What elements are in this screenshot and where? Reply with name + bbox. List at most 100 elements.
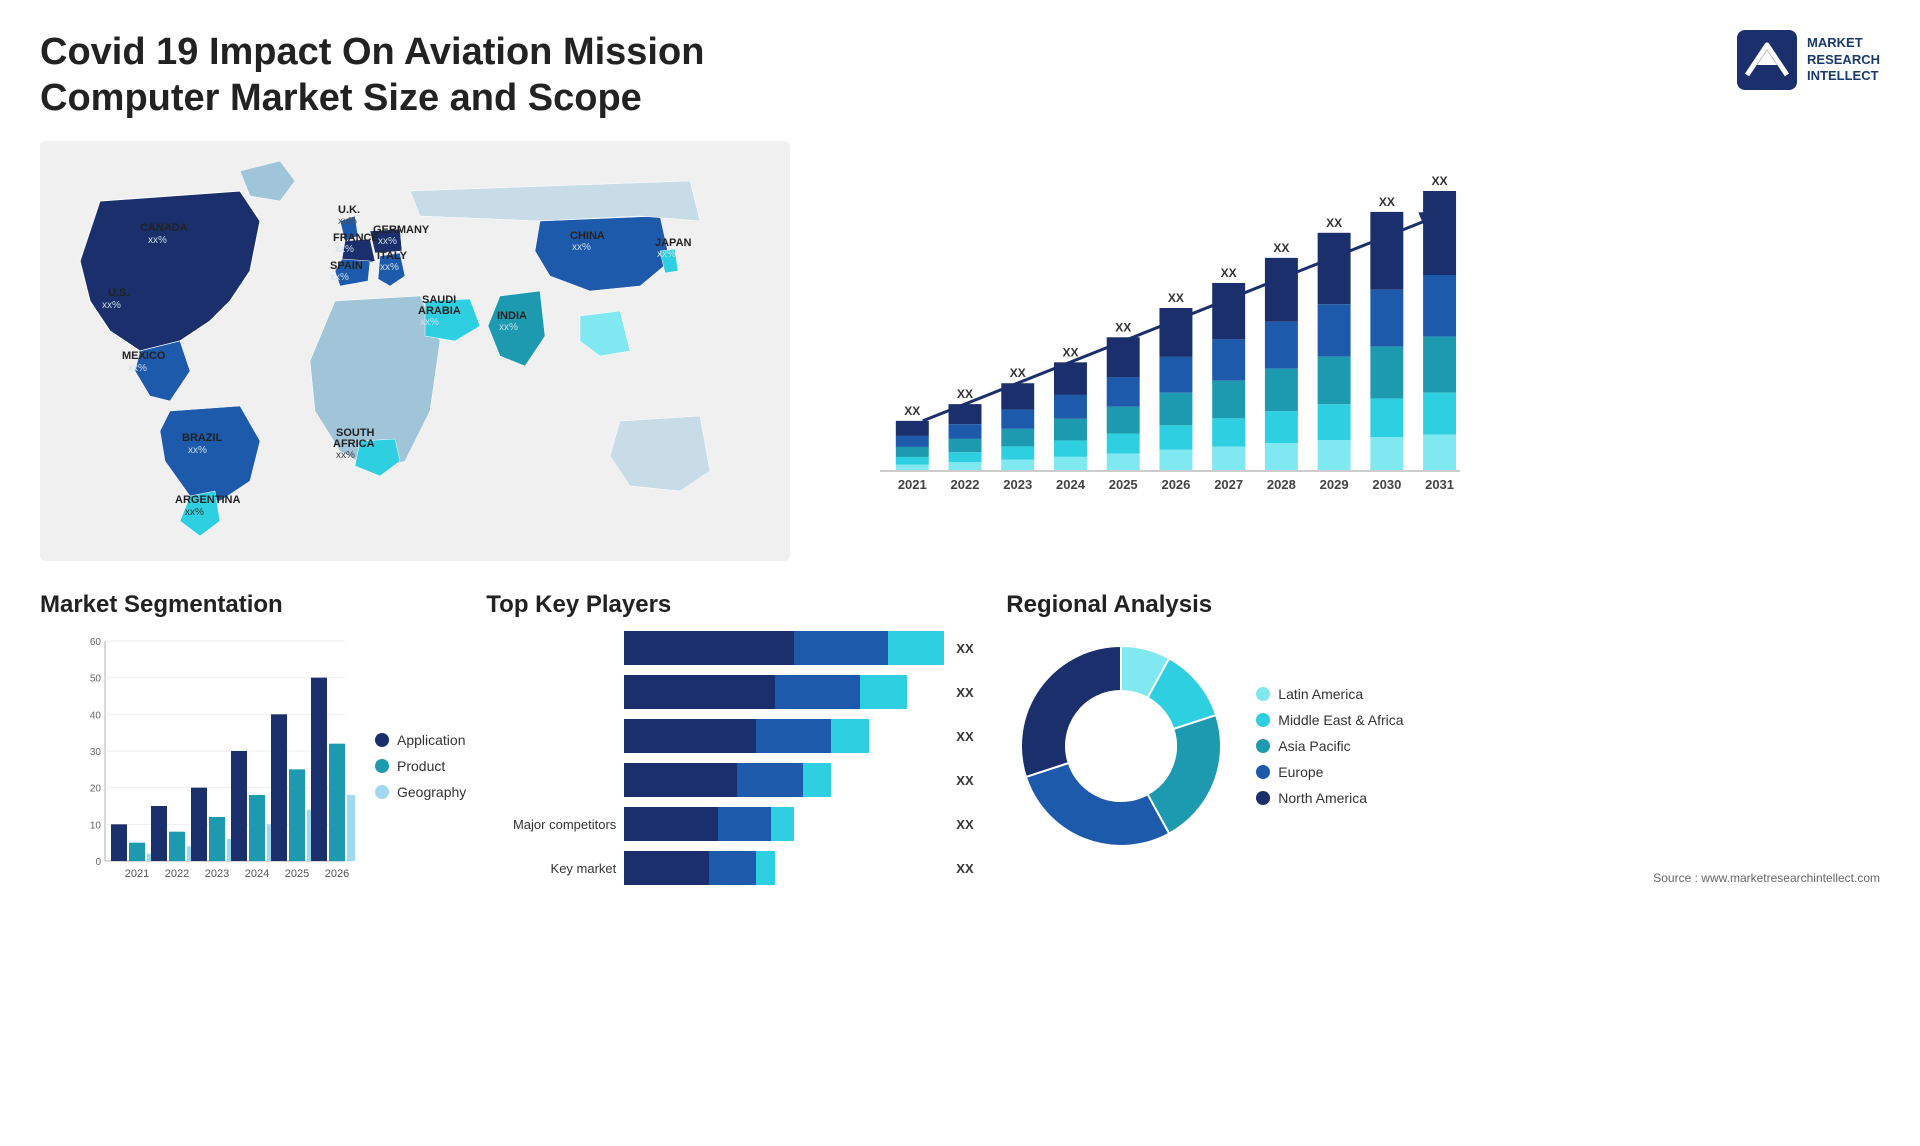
legend-dot [375,785,389,799]
world-map: CANADA xx% U.S. xx% MEXICO xx% BRAZIL xx… [40,141,790,561]
player-segment [803,763,831,797]
donut-chart [1006,631,1236,861]
player-bar-wrap [624,763,948,797]
svg-text:xx%: xx% [335,244,354,255]
player-row: Key marketXX [486,851,986,885]
svg-text:CHINA: CHINA [570,230,605,242]
player-row: Major competitors XX [486,807,986,841]
player-segment [756,719,831,753]
player-value: XX [956,685,986,700]
svg-text:0: 0 [95,857,101,868]
svg-text:2021: 2021 [125,868,149,880]
svg-text:xx%: xx% [380,262,399,273]
svg-text:xx%: xx% [336,450,355,461]
svg-text:xx%: xx% [338,216,357,227]
regional-legend-dot [1256,687,1270,701]
regional-legend-item: Europe [1256,764,1403,780]
player-bar-inner [624,631,948,665]
svg-text:GERMANY: GERMANY [373,224,430,236]
player-bar-inner [624,807,948,841]
player-bar-wrap [624,719,948,753]
regional-legend-item: Asia Pacific [1256,738,1403,754]
svg-text:MEXICO: MEXICO [122,350,166,362]
svg-text:BRAZIL: BRAZIL [182,432,223,444]
player-segment [624,719,756,753]
regional-legend-dot [1256,739,1270,753]
svg-text:2025: 2025 [1109,477,1138,492]
svg-text:20: 20 [90,784,102,795]
player-segment [624,631,793,665]
seg-chart-area: 6050403020100202120222023202420252026 Ap… [40,631,466,891]
player-segment [888,631,944,665]
player-row: XX [486,763,986,797]
player-segment [624,851,709,885]
legend-dot [375,733,389,747]
segmentation-container: Market Segmentation 60504030201002021202… [40,591,466,895]
svg-text:2026: 2026 [325,868,349,880]
svg-text:xx%: xx% [572,242,591,253]
svg-text:AFRICA: AFRICA [333,438,375,450]
svg-text:XX: XX [1010,366,1026,380]
legend-label: Product [397,758,445,774]
player-label: Major competitors [486,817,616,832]
svg-text:2025: 2025 [285,868,309,880]
player-segment [756,851,775,885]
svg-text:CANADA: CANADA [140,222,188,234]
players-bars: XX XX XX XX Major competitors XX Key marketXX [486,631,986,885]
svg-text:xx%: xx% [657,249,676,260]
svg-text:2023: 2023 [205,868,229,880]
svg-text:xx%: xx% [148,235,167,246]
svg-text:ARGENTINA: ARGENTINA [175,494,240,506]
player-segment [718,807,771,841]
player-segment [771,807,794,841]
svg-text:XX: XX [1168,291,1184,305]
svg-text:xx%: xx% [128,363,147,374]
source-text: Source : www.marketresearchintellect.com [1006,871,1880,885]
logo-icon [1737,30,1797,90]
player-segment [624,675,775,709]
player-bar-wrap [624,675,948,709]
svg-text:2024: 2024 [245,868,269,880]
regional-legend-item: Middle East & Africa [1256,712,1403,728]
logo-text: MARKET RESEARCH INTELLECT [1807,35,1880,86]
svg-text:50: 50 [90,674,102,685]
player-value: XX [956,817,986,832]
svg-text:XX: XX [1326,216,1342,230]
player-segment [624,763,737,797]
player-row: XX [486,631,986,665]
player-bar-inner [624,719,948,753]
player-value: XX [956,641,986,656]
svg-text:2021: 2021 [898,477,927,492]
regional-legend-dot [1256,791,1270,805]
svg-text:SPAIN: SPAIN [330,260,363,272]
player-row: XX [486,675,986,709]
svg-text:JAPAN: JAPAN [655,237,692,249]
svg-text:2028: 2028 [1267,477,1296,492]
player-row: XX [486,719,986,753]
map-container: CANADA xx% U.S. xx% MEXICO xx% BRAZIL xx… [40,141,790,561]
svg-text:2022: 2022 [951,477,980,492]
seg-legend: ApplicationProductGeography [375,722,466,800]
players-title: Top Key Players [486,591,986,619]
svg-text:2022: 2022 [165,868,189,880]
svg-text:2027: 2027 [1214,477,1243,492]
svg-text:xx%: xx% [499,322,518,333]
svg-text:xx%: xx% [378,236,397,247]
svg-text:xx%: xx% [420,317,439,328]
player-segment [831,719,869,753]
player-bar-inner [624,675,948,709]
svg-text:XX: XX [957,387,973,401]
legend-dot [375,759,389,773]
regional-container: Regional Analysis Latin America Middle Ea… [1006,591,1880,895]
player-bar-wrap [624,631,948,665]
svg-text:XX: XX [1115,320,1131,334]
player-bar-wrap [624,807,948,841]
regional-title: Regional Analysis [1006,591,1880,619]
legend-item: Application [375,732,466,748]
regional-legend-item: Latin America [1256,686,1403,702]
regional-legend-dot [1256,713,1270,727]
svg-text:2023: 2023 [1003,477,1032,492]
regional-legend-label: Latin America [1278,686,1363,702]
player-segment [775,675,860,709]
regional-legend: Latin America Middle East & Africa Asia Pa… [1256,686,1403,806]
